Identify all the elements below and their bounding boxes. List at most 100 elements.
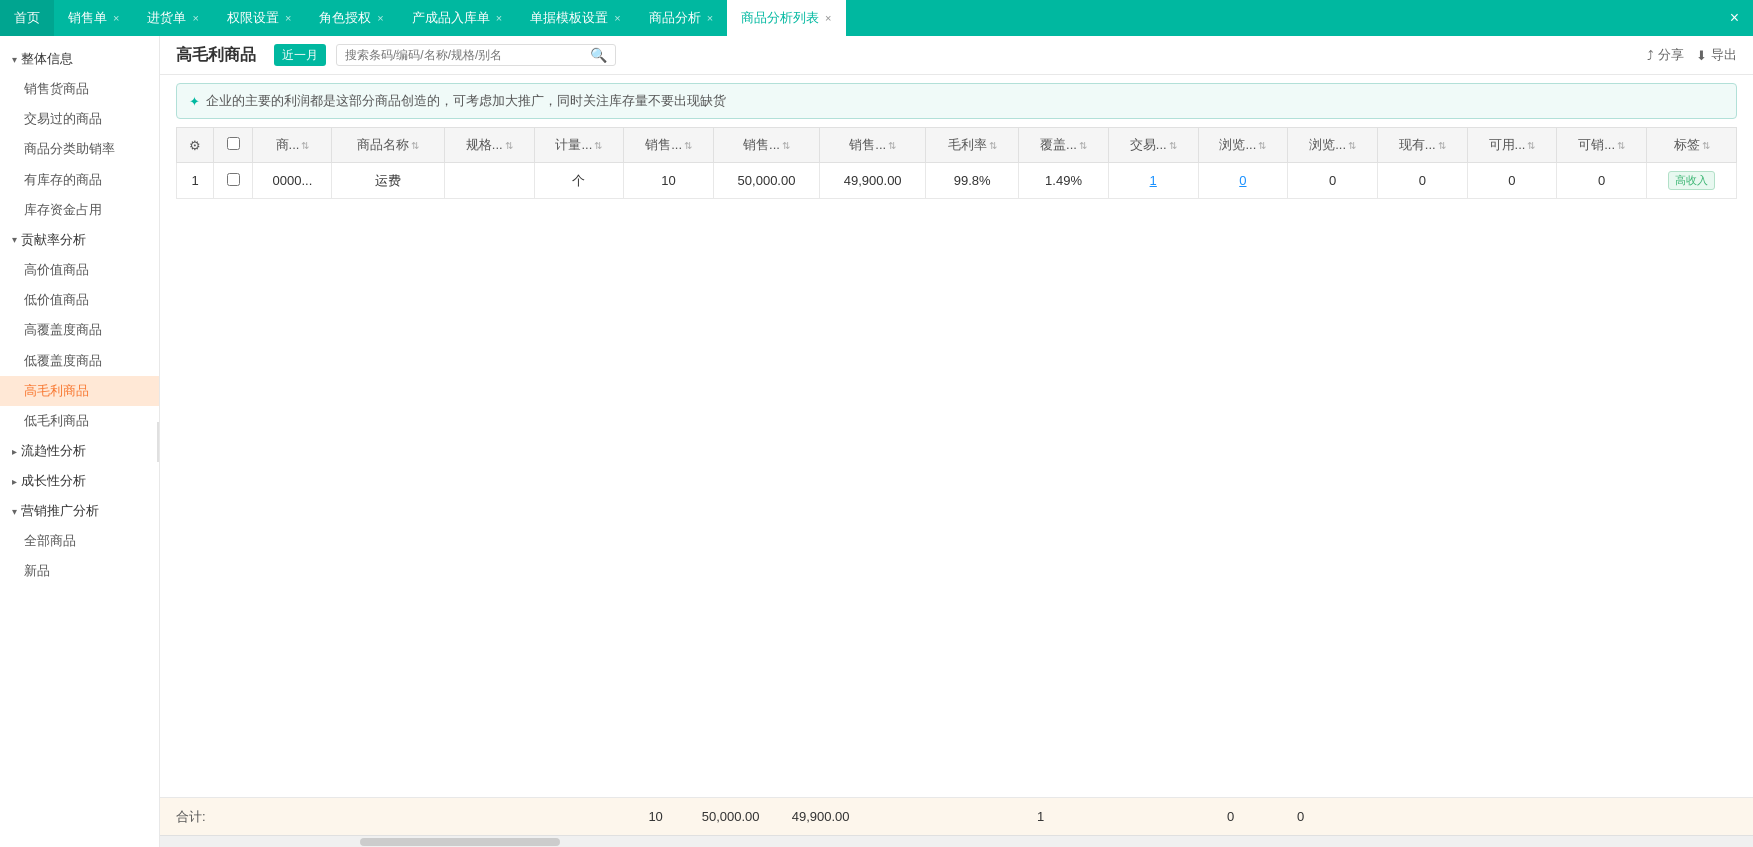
footer-value xyxy=(566,809,626,824)
sidebar-item-全部商品[interactable]: 全部商品 xyxy=(0,526,159,556)
export-button[interactable]: ⬇ 导出 xyxy=(1696,46,1737,64)
close-tab-icon[interactable]: × xyxy=(285,12,291,24)
close-tab-icon[interactable]: × xyxy=(614,12,620,24)
search-button[interactable]: 🔍 xyxy=(590,47,607,63)
sidebar-group-3[interactable]: ▸ 成长性分析 xyxy=(0,466,159,496)
footer-value xyxy=(336,809,396,824)
table-row[interactable]: 10000...运费个1050,000.0049,900.0099.8%1.49… xyxy=(177,163,1737,199)
sort-icon: ⇅ xyxy=(888,140,896,151)
nav-item-角色授权[interactable]: 角色授权× xyxy=(305,0,397,36)
sidebar-item-高毛利商品[interactable]: 高毛利商品 xyxy=(0,376,159,406)
sidebar-group-4[interactable]: ▾营销推广分析 xyxy=(0,496,159,526)
sidebar-group-2[interactable]: ▸流趋性分析 xyxy=(0,436,159,466)
col-header-tag[interactable]: 标签⇅ xyxy=(1647,128,1737,163)
footer-label: 合计: xyxy=(176,808,206,826)
scrollbar-thumb[interactable] xyxy=(360,838,560,846)
group-arrow-icon: ▸ xyxy=(12,476,17,487)
sort-icon: ⇅ xyxy=(989,140,997,151)
cell-unit: 个 xyxy=(534,163,624,199)
sidebar-item-库存资金占用[interactable]: 库存资金占用 xyxy=(0,195,159,225)
col-header-browse1[interactable]: 浏览...⇅ xyxy=(1198,128,1288,163)
select-all-checkbox[interactable] xyxy=(227,137,240,150)
sidebar-item-高价值商品[interactable]: 高价值商品 xyxy=(0,255,159,285)
sort-icon: ⇅ xyxy=(1348,140,1356,151)
search-input[interactable] xyxy=(345,48,590,62)
nav-item-销售单[interactable]: 销售单× xyxy=(54,0,133,36)
sidebar-item-销售货商品[interactable]: 销售货商品 xyxy=(0,74,159,104)
sort-icon: ⇅ xyxy=(782,140,790,151)
sort-icon: ⇅ xyxy=(1702,140,1710,151)
cell-saleable: 0 xyxy=(1557,163,1647,199)
footer-value xyxy=(1136,809,1196,824)
nav-item-商品分析[interactable]: 商品分析× xyxy=(635,0,727,36)
col-header-current[interactable]: 现有...⇅ xyxy=(1377,128,1467,163)
col-header-sale_amount[interactable]: 销售...⇅ xyxy=(713,128,819,163)
col-header-sale_qty[interactable]: 销售...⇅ xyxy=(624,128,714,163)
close-tab-icon[interactable]: × xyxy=(496,12,502,24)
nav-item-首页[interactable]: 首页 xyxy=(0,0,54,36)
col-header-unit[interactable]: 计量...⇅ xyxy=(534,128,624,163)
nav-item-商品分析列表[interactable]: 商品分析列表× xyxy=(727,0,845,36)
sidebar-group-0[interactable]: ▾整体信息 xyxy=(0,44,159,74)
sidebar-item-低毛利商品[interactable]: 低毛利商品 xyxy=(0,406,159,436)
link-value[interactable]: 1 xyxy=(1150,173,1157,188)
group-title-label: 成长性分析 xyxy=(21,472,86,490)
share-icon: ⤴ xyxy=(1647,48,1654,63)
main-container: ▾整体信息销售货商品交易过的商品商品分类助销率有库存的商品库存资金占用▾贡献率分… xyxy=(0,36,1753,847)
horizontal-scrollbar[interactable] xyxy=(160,835,1753,847)
close-all-button[interactable]: × xyxy=(1716,0,1753,36)
content-area: 高毛利商品 近一月 🔍 ⤴ 分享 ⬇ 导出 ✦ 企业的主要的利润都是这部分商品创… xyxy=(160,36,1753,847)
link-value[interactable]: 0 xyxy=(1239,173,1246,188)
col-header-available[interactable]: 可用...⇅ xyxy=(1467,128,1557,163)
table-container[interactable]: ⚙商...⇅商品名称⇅规格...⇅计量...⇅销售...⇅销售...⇅销售...… xyxy=(160,127,1753,797)
sort-icon: ⇅ xyxy=(411,140,419,151)
cell-sale_amount: 50,000.00 xyxy=(713,163,819,199)
cell-trade[interactable]: 1 xyxy=(1108,163,1198,199)
cell-index: 1 xyxy=(177,163,214,199)
group-title-label: 贡献率分析 xyxy=(21,231,86,249)
col-header-sale_profit[interactable]: 销售...⇅ xyxy=(820,128,926,163)
nav-item-单据模板设置[interactable]: 单据模板设置× xyxy=(516,0,634,36)
col-header-gross_margin[interactable]: 毛利率⇅ xyxy=(926,128,1019,163)
col-header-coverage[interactable]: 覆盖...⇅ xyxy=(1019,128,1109,163)
footer-value: 1 xyxy=(1006,809,1076,824)
nav-item-权限设置[interactable]: 权限设置× xyxy=(213,0,305,36)
time-filter-button[interactable]: 近一月 xyxy=(274,44,326,66)
search-wrap: 🔍 xyxy=(336,44,616,66)
nav-item-产成品入库单[interactable]: 产成品入库单× xyxy=(398,0,516,36)
sidebar-item-商品分类助销率[interactable]: 商品分类助销率 xyxy=(0,134,159,164)
cell-browse2: 0 xyxy=(1288,163,1378,199)
cell-code: 0000... xyxy=(253,163,332,199)
nav-item-进货单[interactable]: 进货单× xyxy=(133,0,212,36)
sidebar-item-高覆盖度商品[interactable]: 高覆盖度商品 xyxy=(0,315,159,345)
col-header-name[interactable]: 商品名称⇅ xyxy=(332,128,444,163)
close-tab-icon[interactable]: × xyxy=(707,12,713,24)
close-tab-icon[interactable]: × xyxy=(377,12,383,24)
close-tab-icon[interactable]: × xyxy=(192,12,198,24)
cell-checkbox[interactable] xyxy=(214,163,253,199)
sidebar-item-低价值商品[interactable]: 低价值商品 xyxy=(0,285,159,315)
sidebar-item-交易过的商品[interactable]: 交易过的商品 xyxy=(0,104,159,134)
close-tab-icon[interactable]: × xyxy=(825,12,831,24)
group-arrow-icon: ▾ xyxy=(12,54,17,65)
footer-value: 49,900.00 xyxy=(776,809,866,824)
col-header-browse2[interactable]: 浏览...⇅ xyxy=(1288,128,1378,163)
close-tab-icon[interactable]: × xyxy=(113,12,119,24)
cell-browse1[interactable]: 0 xyxy=(1198,163,1288,199)
col-header-settings: ⚙ xyxy=(177,128,214,163)
col-header-saleable[interactable]: 可销...⇅ xyxy=(1557,128,1647,163)
col-header-code[interactable]: 商...⇅ xyxy=(253,128,332,163)
sort-icon: ⇅ xyxy=(1079,140,1087,151)
share-button[interactable]: ⤴ 分享 xyxy=(1647,46,1684,64)
sidebar-item-低覆盖度商品[interactable]: 低覆盖度商品 xyxy=(0,346,159,376)
header-actions: ⤴ 分享 ⬇ 导出 xyxy=(1647,46,1737,64)
sidebar-item-新品[interactable]: 新品 xyxy=(0,556,159,586)
footer-value xyxy=(936,809,1006,824)
sidebar-group-1[interactable]: ▾贡献率分析 xyxy=(0,225,159,255)
settings-icon[interactable]: ⚙ xyxy=(189,138,201,153)
page-title: 高毛利商品 xyxy=(176,45,256,66)
col-header-trade[interactable]: 交易...⇅ xyxy=(1108,128,1198,163)
col-header-spec[interactable]: 规格...⇅ xyxy=(444,128,534,163)
row-checkbox[interactable] xyxy=(227,173,240,186)
sidebar-item-有库存的商品[interactable]: 有库存的商品 xyxy=(0,165,159,195)
